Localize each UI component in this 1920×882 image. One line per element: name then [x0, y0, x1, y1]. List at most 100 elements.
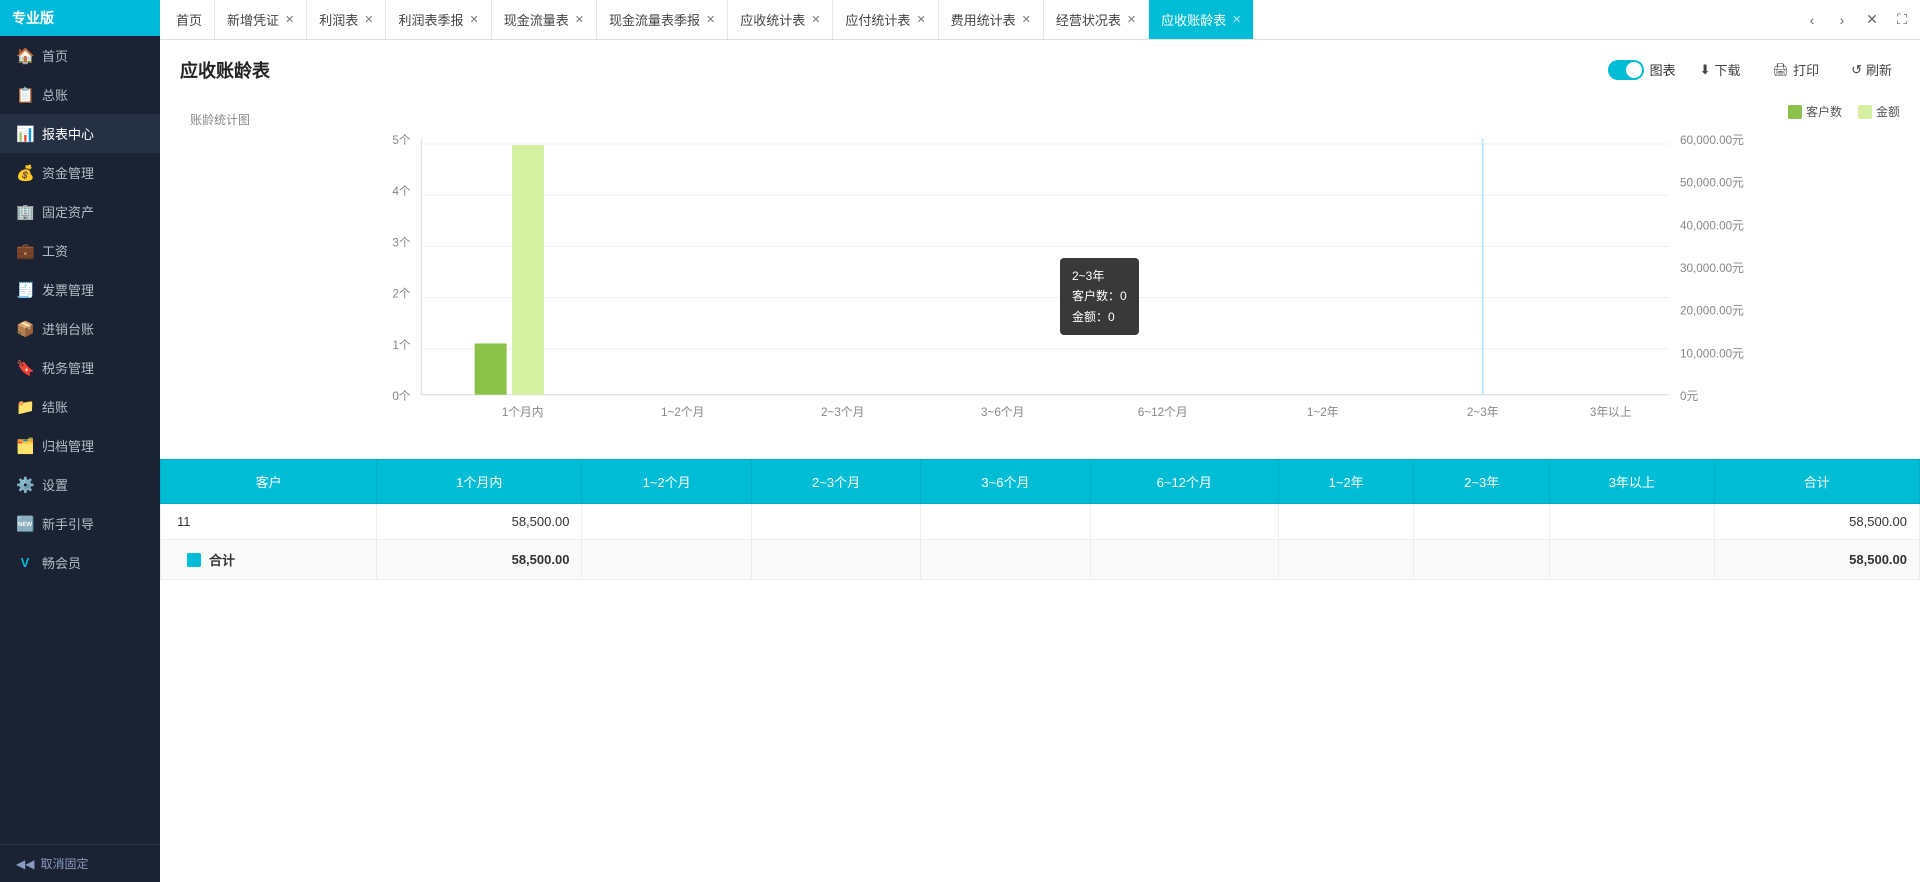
svg-text:6~12个月: 6~12个月: [1138, 406, 1188, 419]
vip-icon: V: [16, 555, 34, 570]
tab-ar-aging-label: 应收账龄表: [1161, 10, 1226, 29]
tab-close-all-button[interactable]: ✕: [1858, 6, 1886, 34]
svg-text:50,000.00元: 50,000.00元: [1680, 177, 1744, 190]
bar-customer-0: [475, 343, 507, 394]
tab-prev-button[interactable]: ‹: [1798, 6, 1826, 34]
sidebar-item-archive[interactable]: 🗂️ 归档管理: [0, 426, 160, 465]
sidebar-item-report[interactable]: 📊 报表中心: [0, 114, 160, 153]
legend-amount-label: 金额: [1876, 103, 1900, 120]
tab-cashflow-quarter[interactable]: 现金流量表季报 ✕: [597, 0, 728, 40]
bar-amount-0: [512, 145, 544, 395]
sidebar-item-vip[interactable]: V 畅会员: [0, 543, 160, 582]
sidebar-item-label: 工资: [42, 241, 68, 260]
tab-profit[interactable]: 利润表 ✕: [307, 0, 386, 40]
cell-m1: 58,500.00: [377, 504, 582, 540]
tab-biz-status-label: 经营状况表: [1056, 10, 1121, 29]
tab-cashflow[interactable]: 现金流量表 ✕: [492, 0, 597, 40]
tab-ar-stat[interactable]: 应收统计表 ✕: [728, 0, 833, 40]
cell-m6: [1278, 504, 1414, 540]
cell-m4: [921, 504, 1090, 540]
legend-customer-count: 客户数: [1788, 103, 1842, 120]
tab-maximize-button[interactable]: ⛶: [1888, 6, 1916, 34]
svg-text:1个月内: 1个月内: [502, 405, 544, 419]
sidebar-item-label: 归档管理: [42, 436, 94, 455]
svg-text:0个: 0个: [392, 390, 411, 403]
sidebar-item-invoice[interactable]: 🧾 发票管理: [0, 270, 160, 309]
sidebar-item-salary[interactable]: 💼 工资: [0, 231, 160, 270]
total-m8: [1549, 540, 1714, 580]
svg-text:3年以上: 3年以上: [1590, 405, 1632, 419]
unpin-sidebar-button[interactable]: ◀◀ 取消固定: [0, 844, 160, 882]
sidebar-item-close[interactable]: 📁 结账: [0, 387, 160, 426]
tab-bar: 首页 新增凭证 ✕ 利润表 ✕ 利润表季报 ✕ 现金流量表 ✕ 现金流量表季报 …: [160, 0, 1920, 40]
header-actions: 图表 ⬇ 下载 🖨 打印 ↺ 刷新: [1608, 56, 1900, 83]
settings-icon: ⚙️: [16, 476, 34, 494]
cell-m8: [1549, 504, 1714, 540]
unpin-icon: ◀◀: [16, 857, 34, 871]
chart-container: 0个 1个 2个 3个 4个 5个 0元 10,000.00元 20,000.0…: [180, 128, 1900, 448]
svg-text:2个: 2个: [392, 288, 411, 301]
sidebar-item-label: 固定资产: [42, 202, 94, 221]
svg-text:2~3个月: 2~3个月: [821, 406, 864, 419]
col-m2: 1~2个月: [582, 460, 751, 504]
sidebar-item-label: 首页: [42, 46, 68, 65]
tab-expense-stat[interactable]: 费用统计表 ✕: [939, 0, 1044, 40]
content-area: 应收账龄表 图表 ⬇ 下载 🖨 打印 ↺ 刷新: [160, 40, 1920, 882]
svg-text:40,000.00元: 40,000.00元: [1680, 219, 1744, 232]
tab-close-icon[interactable]: ✕: [916, 13, 925, 26]
sidebar-item-label: 报表中心: [42, 124, 94, 143]
download-button[interactable]: ⬇ 下载: [1692, 56, 1749, 83]
tab-close-icon[interactable]: ✕: [285, 13, 294, 26]
fund-icon: 💰: [16, 164, 34, 182]
tab-close-icon[interactable]: ✕: [364, 13, 373, 26]
refresh-button[interactable]: ↺ 刷新: [1843, 56, 1900, 83]
legend-amount: 金额: [1858, 103, 1900, 120]
cell-m3: [751, 504, 920, 540]
col-m6: 1~2年: [1278, 460, 1414, 504]
tab-ap-stat[interactable]: 应付统计表 ✕: [833, 0, 938, 40]
tab-close-icon[interactable]: ✕: [811, 13, 820, 26]
sidebar-item-home[interactable]: 🏠 首页: [0, 36, 160, 75]
col-m8: 3年以上: [1549, 460, 1714, 504]
cell-customer: 11: [161, 504, 377, 540]
tab-biz-status[interactable]: 经营状况表 ✕: [1044, 0, 1149, 40]
tab-new-voucher[interactable]: 新增凭证 ✕: [215, 0, 307, 40]
sidebar-item-fund[interactable]: 💰 资金管理: [0, 153, 160, 192]
legend-customer-label: 客户数: [1806, 103, 1842, 120]
tab-ar-stat-label: 应收统计表: [740, 10, 805, 29]
refresh-icon: ↺: [1851, 62, 1862, 78]
tab-close-icon[interactable]: ✕: [1232, 13, 1241, 26]
col-m7: 2~3年: [1414, 460, 1550, 504]
tab-close-icon[interactable]: ✕: [1127, 13, 1136, 26]
total-m2: [582, 540, 751, 580]
tab-close-icon[interactable]: ✕: [470, 13, 479, 26]
sidebar-item-guide[interactable]: 🆕 新手引导: [0, 504, 160, 543]
tab-ar-aging[interactable]: 应收账龄表 ✕: [1149, 0, 1254, 40]
sidebar-item-stock[interactable]: 📦 进销台账: [0, 309, 160, 348]
sidebar-item-ledger[interactable]: 📋 总账: [0, 75, 160, 114]
chart-toggle[interactable]: [1608, 60, 1644, 80]
tab-close-icon[interactable]: ✕: [706, 13, 715, 26]
svg-text:4个: 4个: [392, 185, 411, 198]
asset-icon: 🏢: [16, 203, 34, 221]
sidebar-item-asset[interactable]: 🏢 固定资产: [0, 192, 160, 231]
sidebar-item-tax[interactable]: 🔖 税务管理: [0, 348, 160, 387]
invoice-icon: 🧾: [16, 281, 34, 299]
legend-dot-amount: [1858, 105, 1872, 119]
print-button[interactable]: 🖨 打印: [1765, 56, 1828, 83]
page-header: 应收账龄表 图表 ⬇ 下载 🖨 打印 ↺ 刷新: [160, 40, 1920, 93]
salary-icon: 💼: [16, 242, 34, 260]
tab-close-icon[interactable]: ✕: [1022, 13, 1031, 26]
tab-home[interactable]: 首页: [164, 0, 215, 40]
chart-toggle-wrap: 图表: [1608, 60, 1676, 80]
sidebar-item-settings[interactable]: ⚙️ 设置: [0, 465, 160, 504]
ledger-icon: 📋: [16, 86, 34, 104]
report-icon: 📊: [16, 125, 34, 143]
tab-close-icon[interactable]: ✕: [575, 13, 584, 26]
sidebar-item-label: 资金管理: [42, 163, 94, 182]
tab-next-button[interactable]: ›: [1828, 6, 1856, 34]
svg-text:0元: 0元: [1680, 390, 1699, 403]
tab-profit-quarter[interactable]: 利润表季报 ✕: [386, 0, 491, 40]
tab-ap-stat-label: 应付统计表: [845, 10, 910, 29]
total-m1: 58,500.00: [377, 540, 582, 580]
